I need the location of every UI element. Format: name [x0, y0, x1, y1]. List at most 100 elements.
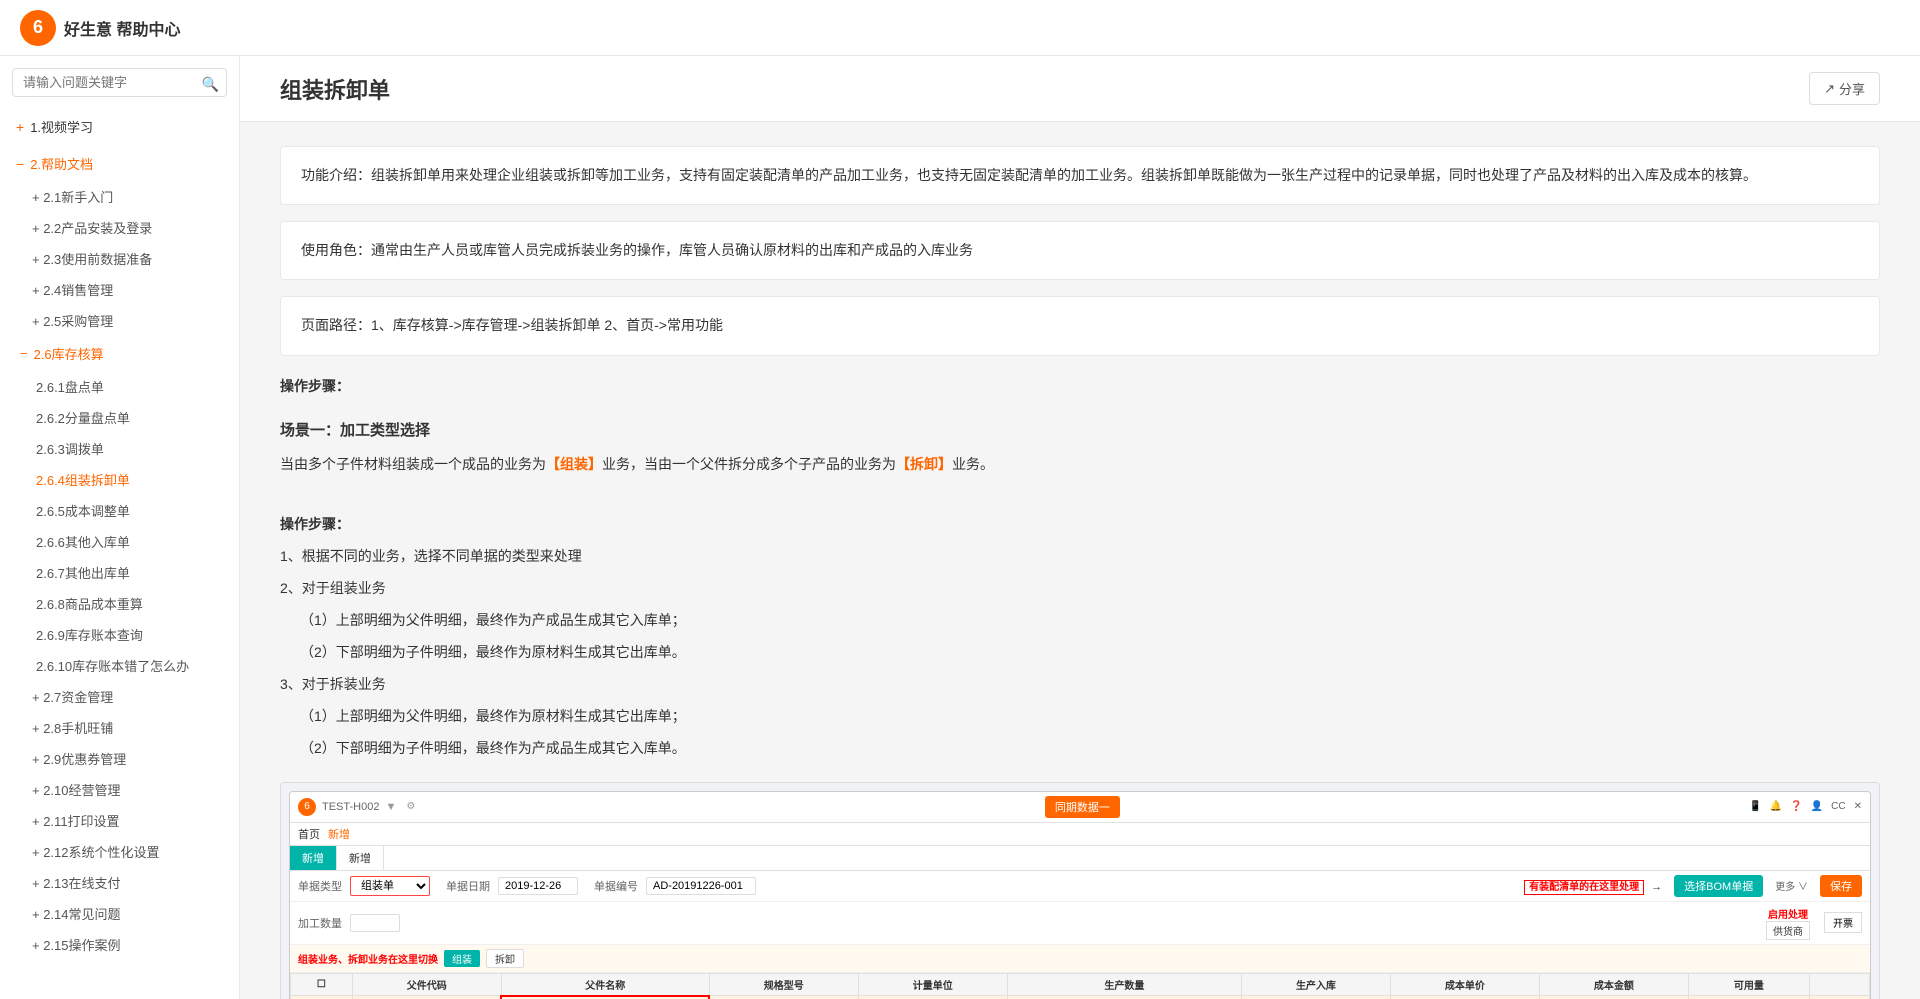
sidebar-item-inv-ledger[interactable]: 2.6.9库存账本查询	[0, 619, 239, 650]
sidebar-item-inventory[interactable]: − 2.6库存核算	[0, 336, 239, 371]
confirm-btn[interactable]: 开票	[1824, 912, 1862, 933]
col-cost-price: 成本单价	[1390, 973, 1539, 996]
sidebar-item-coupon[interactable]: + 2.9优惠券管理	[0, 743, 239, 774]
upper-table-area: ☐ 父件代码 父件名称 规格型号 计量单位 生产数量 生产入库 成本单价 成本金	[290, 973, 1870, 999]
plus-icon: +	[32, 783, 40, 798]
sidebar-item-sales[interactable]: + 2.4销售管理	[0, 274, 239, 305]
sidebar-item-data-prep[interactable]: + 2.3使用前数据准备	[0, 243, 239, 274]
col-ops	[1809, 973, 1869, 996]
cell-parent-code: 关来	[352, 996, 501, 999]
form-label-count: 加工数量	[298, 915, 342, 931]
annotation3-text: 启用处理	[1766, 906, 1810, 921]
sidebar-item-cost-adjust[interactable]: 2.6.5成本调整单	[0, 495, 239, 526]
expand-icon: +	[16, 119, 24, 135]
app-label1: CC	[1831, 801, 1845, 812]
tab-add2[interactable]: 新增	[337, 846, 384, 870]
sidebar-item-finance[interactable]: + 2.7资金管理	[0, 681, 239, 712]
sidebar-item-assembly[interactable]: 2.6.4组装拆卸单	[0, 464, 239, 495]
mock-tabs: 新增 新增	[290, 846, 1870, 871]
titlebar-icon1: ⚙	[406, 801, 415, 812]
intro-text: 功能介绍：组装拆卸单用来处理企业组装或拆卸等加工业务，支持有固定装配清单的产品加…	[301, 167, 1757, 183]
step2-1: （1）上部明细为父件明细，最终作为产成品生成其它入库单；	[300, 606, 1880, 634]
mock-titlebar: 6 TEST-H002 ▼ ⚙ 同期数据一 📱 🔔	[290, 792, 1870, 823]
logo-icon: 6	[20, 10, 56, 46]
step2-2: （2）下部明细为子件明细，最终作为原材料生成其它出库单。	[300, 638, 1880, 666]
scenario1-title: 场景一：加工类型选择	[280, 416, 1880, 446]
sidebar-item-ops-mgmt[interactable]: + 2.10经营管理	[0, 774, 239, 805]
sidebar-item-label: 1.视频学习	[30, 117, 93, 136]
top-header: 6 好生意 帮助中心	[0, 0, 1920, 56]
content-area: 组装拆卸单 ↗ 分享 功能介绍：组装拆卸单用来处理企业组装或拆卸等加工业务，支持…	[240, 56, 1920, 999]
cell-spec	[709, 996, 858, 999]
sidebar-item-cost-recalc[interactable]: 2.6.8商品成本重算	[0, 588, 239, 619]
plus-icon: +	[32, 907, 40, 922]
sidebar-item-other-in[interactable]: 2.6.6其他入库单	[0, 526, 239, 557]
form-select-type[interactable]: 组装单 拆卸单	[350, 876, 430, 896]
app-name: 好生意 帮助中心	[64, 16, 180, 40]
sidebar-item-cases[interactable]: + 2.15操作案例	[0, 929, 239, 960]
form-input-no[interactable]	[646, 877, 756, 895]
plus-icon: +	[32, 690, 40, 705]
step3-2: （2）下部明细为子件明细，最终作为产成品生成其它入库单。	[300, 734, 1880, 762]
form-input-date[interactable]	[498, 877, 578, 895]
close-icon: ✕	[1854, 801, 1862, 812]
sidebar-item-online-pay[interactable]: + 2.13在线支付	[0, 867, 239, 898]
cell-cost-price	[1390, 996, 1539, 999]
col-prod-qty: 生产数量	[1007, 973, 1241, 996]
mock-form-row2: 加工数量 启用处理 供货商 开票	[290, 902, 1870, 945]
titlebar-arrow: ▼	[385, 801, 396, 813]
sidebar-item-purchase[interactable]: + 2.5采购管理	[0, 305, 239, 336]
cell-cost-amt	[1539, 996, 1688, 999]
tab-add1[interactable]: 新增	[290, 846, 337, 870]
titlebar-left: 6 TEST-H002 ▼ ⚙	[298, 798, 415, 816]
step3-1: （1）上部明细为父件明细，最终作为原材料生成其它出库单；	[300, 702, 1880, 730]
toggle-row: 组装业务、拆卸业务在这里切换 组装 拆卸	[290, 945, 1870, 973]
col-stock-in: 生产入库	[1241, 973, 1390, 996]
share-icon: ↗	[1824, 81, 1835, 97]
plus-icon: +	[32, 721, 40, 736]
sidebar-item-transfer[interactable]: 2.6.3调拨单	[0, 433, 239, 464]
plus-icon: +	[32, 752, 40, 767]
mock-subnav: 首页 新增	[290, 823, 1870, 846]
upper-table-head: ☐ 父件代码 父件名称 规格型号 计量单位 生产数量 生产入库 成本单价 成本金	[291, 973, 1870, 996]
logo-area: 6 好生意 帮助中心	[20, 10, 260, 46]
screenshot-container: 6 TEST-H002 ▼ ⚙ 同期数据一 📱 🔔	[280, 782, 1880, 999]
titlebar-id: TEST-H002	[322, 801, 379, 813]
step2: 2、对于组装业务	[280, 574, 1880, 602]
form-input-count[interactable]	[350, 914, 400, 932]
cell-parent-name	[501, 996, 709, 999]
sidebar-item-video-learning[interactable]: + 1.视频学习	[0, 109, 239, 144]
share-button[interactable]: ↗ 分享	[1809, 72, 1880, 105]
col-unit: 计量单位	[858, 973, 1007, 996]
screenshot-wrapper: 6 TEST-H002 ▼ ⚙ 同期数据一 📱 🔔	[281, 783, 1879, 999]
sidebar-item-install[interactable]: + 2.2产品安装及登录	[0, 212, 239, 243]
save-btn[interactable]: 保存	[1820, 875, 1862, 897]
enable-input: 供货商	[1766, 921, 1810, 940]
sidebar-item-stocktake[interactable]: 2.6.1盘点单	[0, 371, 239, 402]
sidebar-item-inv-fix[interactable]: 2.6.10库存账本错了怎么办	[0, 650, 239, 681]
sidebar-item-partial-stocktake[interactable]: 2.6.2分量盘点单	[0, 402, 239, 433]
step3: 3、对于拆装业务	[280, 670, 1880, 698]
upper-table: ☐ 父件代码 父件名称 规格型号 计量单位 生产数量 生产入库 成本单价 成本金	[290, 973, 1870, 999]
sidebar-item-mobile[interactable]: + 2.8手机旺铺	[0, 712, 239, 743]
sidebar-item-faq[interactable]: + 2.14常见问题	[0, 898, 239, 929]
col-avail: 可用量	[1688, 973, 1809, 996]
sidebar-item-print[interactable]: + 2.11打印设置	[0, 805, 239, 836]
toggle-assembly[interactable]: 组装	[444, 950, 480, 967]
search-input[interactable]	[12, 68, 227, 97]
sidebar-item-system[interactable]: + 2.12系统个性化设置	[0, 836, 239, 867]
col-check: ☐	[291, 973, 353, 996]
annotation2-text: 组装业务、拆卸业务在这里切换	[298, 951, 438, 966]
prev-data-btn[interactable]: 同期数据一	[1045, 796, 1120, 818]
toggle-disassembly[interactable]: 拆卸	[486, 949, 524, 968]
sidebar-item-newcomer[interactable]: + 2.1新手入门	[0, 181, 239, 212]
scenario1-desc: 当由多个子件材料组装成一个成品的业务为【组装】业务，当由一个父件拆分成多个子产品…	[280, 450, 1880, 478]
upper-table-body: 1 关来 数量 ×1.0... 100	[291, 996, 1870, 999]
nav-group-help-docs: − 2.帮助文档 + 2.1新手入门 + 2.2产品安装及登录 + 2.3使用前…	[0, 146, 239, 960]
sidebar-item-help-docs[interactable]: − 2.帮助文档	[0, 146, 239, 181]
bom-btn[interactable]: 选择BOM单据	[1674, 875, 1763, 897]
upper-table-header-row: ☐ 父件代码 父件名称 规格型号 计量单位 生产数量 生产入库 成本单价 成本金	[291, 973, 1870, 996]
sidebar-item-other-out[interactable]: 2.6.7其他出库单	[0, 557, 239, 588]
search-bar[interactable]: 🔍	[0, 68, 239, 109]
col-parent-name: 父件名称	[501, 973, 709, 996]
